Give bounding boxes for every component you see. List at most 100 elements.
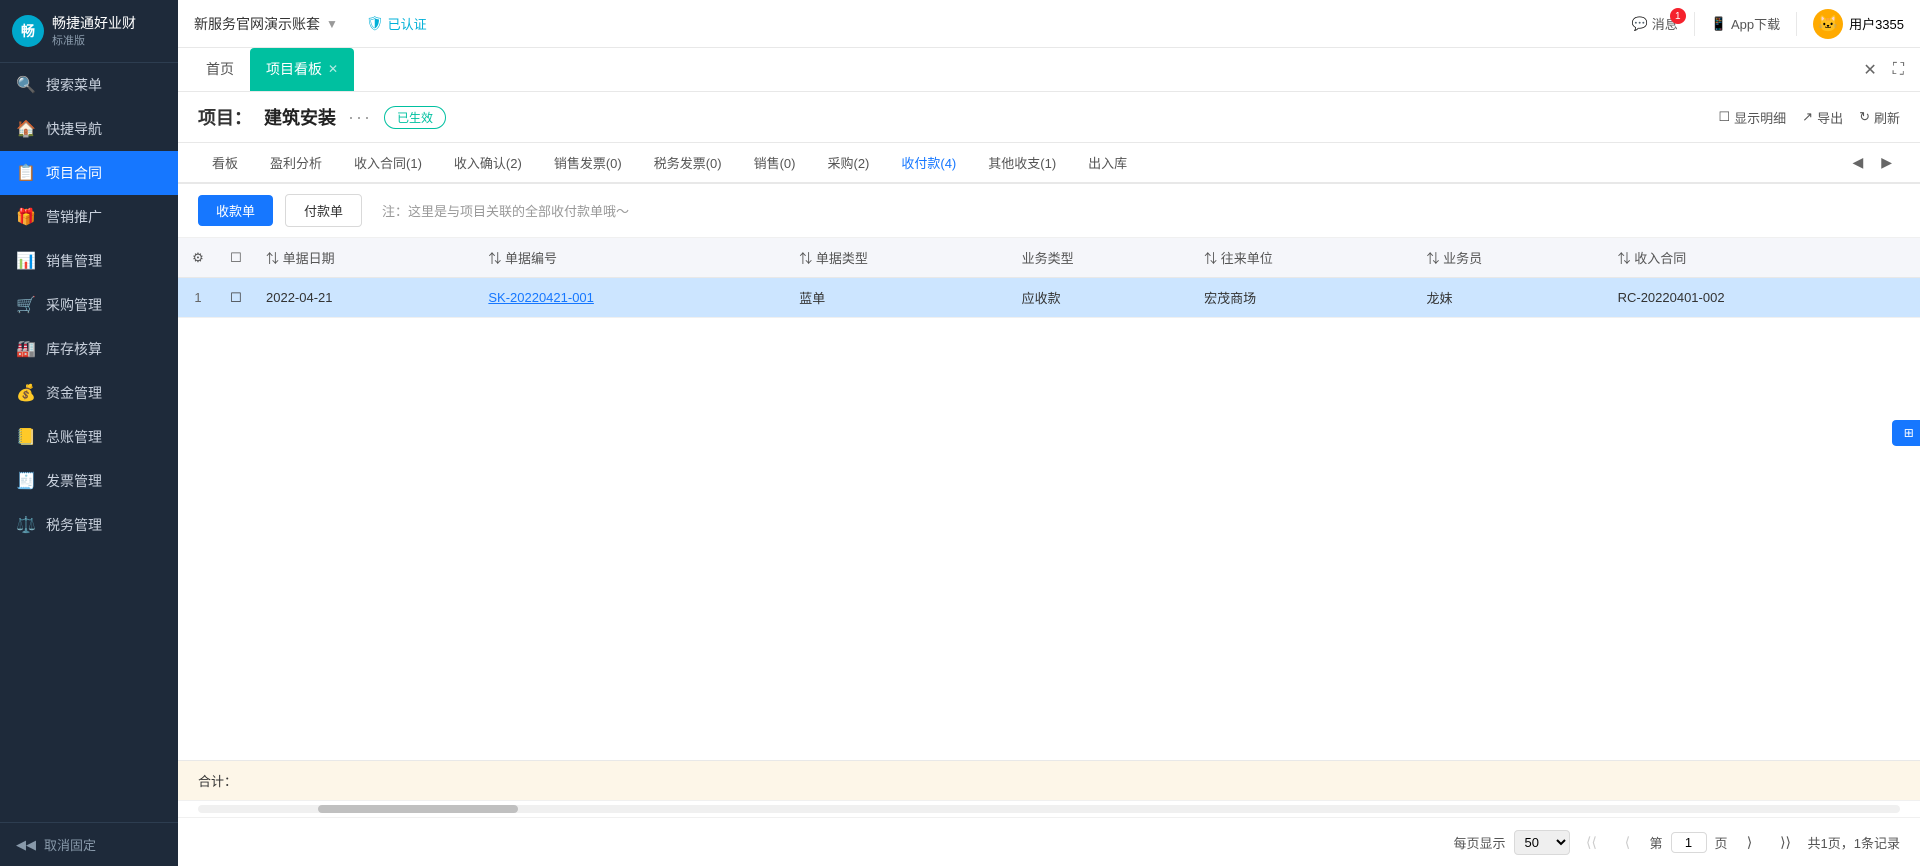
sidebar-item-search[interactable]: 🔍 搜索菜单 — [0, 63, 178, 107]
sub-tab-prev-icon[interactable]: ◀ — [1844, 148, 1871, 177]
project-icon: 📋 — [16, 163, 36, 183]
scrollbar-thumb[interactable] — [318, 805, 518, 813]
main-area: 新服务官网演示账套 ▼ 🛡 已认证 💬 消息 1 📱 App下载 🐱 用户335… — [178, 0, 1920, 866]
project-status-badge: 已生效 — [384, 106, 446, 129]
page-prev-button[interactable]: ⟨ — [1614, 828, 1642, 856]
doc-link[interactable]: SK-20220421-001 — [488, 290, 594, 305]
page-first-button[interactable]: ⟨⟨ — [1578, 828, 1606, 856]
col-code[interactable]: ⇅ 单据编号 — [476, 238, 787, 278]
more-options-icon[interactable]: ··· — [348, 107, 372, 128]
refresh-button[interactable]: ↻ 刷新 — [1859, 108, 1900, 127]
sidebar-item-ledger[interactable]: 📒 总账管理 — [0, 415, 178, 459]
tab-close-icon[interactable]: ✕ — [328, 62, 338, 76]
total-info: 共1页，1条记录 — [1808, 833, 1900, 852]
cell-code[interactable]: SK-20220421-001 — [476, 278, 787, 318]
sidebar-item-purchase[interactable]: 🛒 采购管理 — [0, 283, 178, 327]
col-partner[interactable]: ⇅ 往来单位 — [1192, 238, 1414, 278]
col-type[interactable]: ⇅ 单据类型 — [787, 238, 1009, 278]
tab-close-window-button[interactable]: ✕ — [1859, 56, 1880, 84]
page-last-button[interactable]: ⟩⟩ — [1772, 828, 1800, 856]
tax-icon: ⚖️ — [16, 515, 36, 535]
per-page-select[interactable]: 50 100 200 — [1514, 830, 1570, 855]
app-download-label: App下载 — [1731, 14, 1780, 33]
messages-button[interactable]: 💬 消息 1 — [1632, 14, 1678, 33]
col-salesman[interactable]: ⇅ 业务员 — [1414, 238, 1605, 278]
float-right-button[interactable]: ⊞ — [1892, 420, 1920, 446]
page-next-button[interactable]: ⟩ — [1736, 828, 1764, 856]
date-sort-icon: ⇅ — [266, 251, 279, 266]
payment-btn[interactable]: 付款单 — [285, 194, 362, 227]
sidebar-item-label-tax: 税务管理 — [46, 515, 102, 535]
tab-maximize-button[interactable]: ⛶ — [1889, 56, 1908, 84]
tab-project-board[interactable]: 项目看板 ✕ — [250, 48, 354, 91]
sub-tab-income-contract[interactable]: 收入合同(1) — [340, 143, 436, 184]
account-selector[interactable]: 新服务官网演示账套 ▼ — [194, 14, 338, 34]
sidebar-item-tax[interactable]: ⚖️ 税务管理 — [0, 503, 178, 547]
user-menu[interactable]: 🐱 用户3355 — [1813, 9, 1904, 39]
cell-partner: 宏茂商场 — [1192, 278, 1414, 318]
export-button[interactable]: ↗ 导出 — [1802, 108, 1843, 127]
sub-tab-purchase[interactable]: 采购(2) — [813, 143, 883, 184]
certified-badge: 🛡 已认证 — [366, 14, 427, 33]
sub-tab-payment[interactable]: 收付款(4) — [887, 143, 970, 184]
tab-controls: ✕ ⛶ — [1859, 56, 1908, 84]
per-page-label: 每页显示 — [1453, 833, 1505, 852]
app-download-button[interactable]: 📱 App下载 — [1711, 14, 1780, 33]
col-biz-type: 业务类型 — [1010, 238, 1192, 278]
page-input[interactable] — [1671, 832, 1707, 853]
table-row[interactable]: 1 ☐ 2022-04-21 SK-20220421-001 蓝单 应收款 宏茂… — [178, 278, 1920, 318]
messages-badge: 1 — [1670, 8, 1686, 24]
panel-note: 注：这里是与项目关联的全部收付款单哦～ — [382, 201, 629, 220]
sidebar-item-project[interactable]: 📋 项目合同 — [0, 151, 178, 195]
sub-tab-profit[interactable]: 盈利分析 — [256, 143, 336, 184]
partner-sort-icon: ⇅ — [1204, 251, 1217, 266]
code-sort-icon: ⇅ — [488, 251, 501, 266]
sidebar-footer[interactable]: ◀◀ 取消固定 — [0, 822, 178, 866]
sidebar-item-invoice[interactable]: 🧾 发票管理 — [0, 459, 178, 503]
topbar-actions: 💬 消息 1 📱 App下载 🐱 用户3355 — [1632, 9, 1904, 39]
data-table: ⚙ ☐ ⇅ 单据日期 ⇅ 单据编号 ⇅ 单据类型 业务类型 ⇅ 往来单位 ⇅ 业… — [178, 238, 1920, 318]
sub-tab-tax-invoice[interactable]: 税务发票(0) — [640, 143, 736, 184]
refresh-label: 刷新 — [1874, 108, 1900, 127]
sidebar-item-sales[interactable]: 📊 销售管理 — [0, 239, 178, 283]
cell-type: 蓝单 — [787, 278, 1009, 318]
show-detail-checkbox[interactable]: ☐ 显示明细 — [1718, 108, 1786, 127]
receipt-btn[interactable]: 收款单 — [198, 195, 273, 226]
finance-icon: 💰 — [16, 383, 36, 403]
sub-tab-sales[interactable]: 销售(0) — [740, 143, 810, 184]
col-contract[interactable]: ⇅ 收入合同 — [1606, 238, 1920, 278]
export-icon: ↗ — [1802, 109, 1813, 125]
salesman-sort-icon: ⇅ — [1426, 251, 1439, 266]
search-icon: 🔍 — [16, 75, 36, 95]
sub-tab-next-icon[interactable]: ▶ — [1873, 148, 1900, 177]
page-label: 第 — [1650, 833, 1663, 852]
tab-home[interactable]: 首页 — [190, 48, 250, 91]
sidebar: 畅 畅捷通好业财 标准版 🔍 搜索菜单 🏠 快捷导航 📋 项目合同 🎁 营销推广… — [0, 0, 178, 866]
project-label: 项目： — [198, 104, 252, 130]
col-checkbox[interactable]: ☐ — [218, 238, 254, 278]
sales-icon: 📊 — [16, 251, 36, 271]
scrollbar-area — [178, 800, 1920, 817]
table-header-row: ⚙ ☐ ⇅ 单据日期 ⇅ 单据编号 ⇅ 单据类型 业务类型 ⇅ 往来单位 ⇅ 业… — [178, 238, 1920, 278]
sidebar-item-inventory[interactable]: 🏭 库存核算 — [0, 327, 178, 371]
scrollbar-track[interactable] — [198, 805, 1900, 813]
row-num: 1 — [178, 278, 218, 318]
col-date[interactable]: ⇅ 单据日期 — [254, 238, 476, 278]
sidebar-header: 畅 畅捷通好业财 标准版 — [0, 0, 178, 63]
sidebar-subtitle: 标准版 — [52, 32, 136, 48]
sub-tab-income-confirm[interactable]: 收入确认(2) — [440, 143, 536, 184]
sub-tab-inout[interactable]: 出入库 — [1074, 143, 1141, 184]
sidebar-item-finance[interactable]: 💰 资金管理 — [0, 371, 178, 415]
ledger-icon: 📒 — [16, 427, 36, 447]
avatar: 🐱 — [1813, 9, 1843, 39]
topbar-divider-2 — [1796, 12, 1797, 36]
cell-contract: RC-20220401-002 — [1606, 278, 1920, 318]
col-settings[interactable]: ⚙ — [178, 238, 218, 278]
row-checkbox[interactable]: ☐ — [218, 278, 254, 318]
sidebar-item-marketing[interactable]: 🎁 营销推广 — [0, 195, 178, 239]
sub-tab-other-expense[interactable]: 其他收支(1) — [974, 143, 1070, 184]
sidebar-item-label-project: 项目合同 — [46, 163, 102, 183]
sub-tab-kanban[interactable]: 看板 — [198, 143, 252, 184]
sub-tab-sales-invoice[interactable]: 销售发票(0) — [540, 143, 636, 184]
sidebar-item-shortcut[interactable]: 🏠 快捷导航 — [0, 107, 178, 151]
